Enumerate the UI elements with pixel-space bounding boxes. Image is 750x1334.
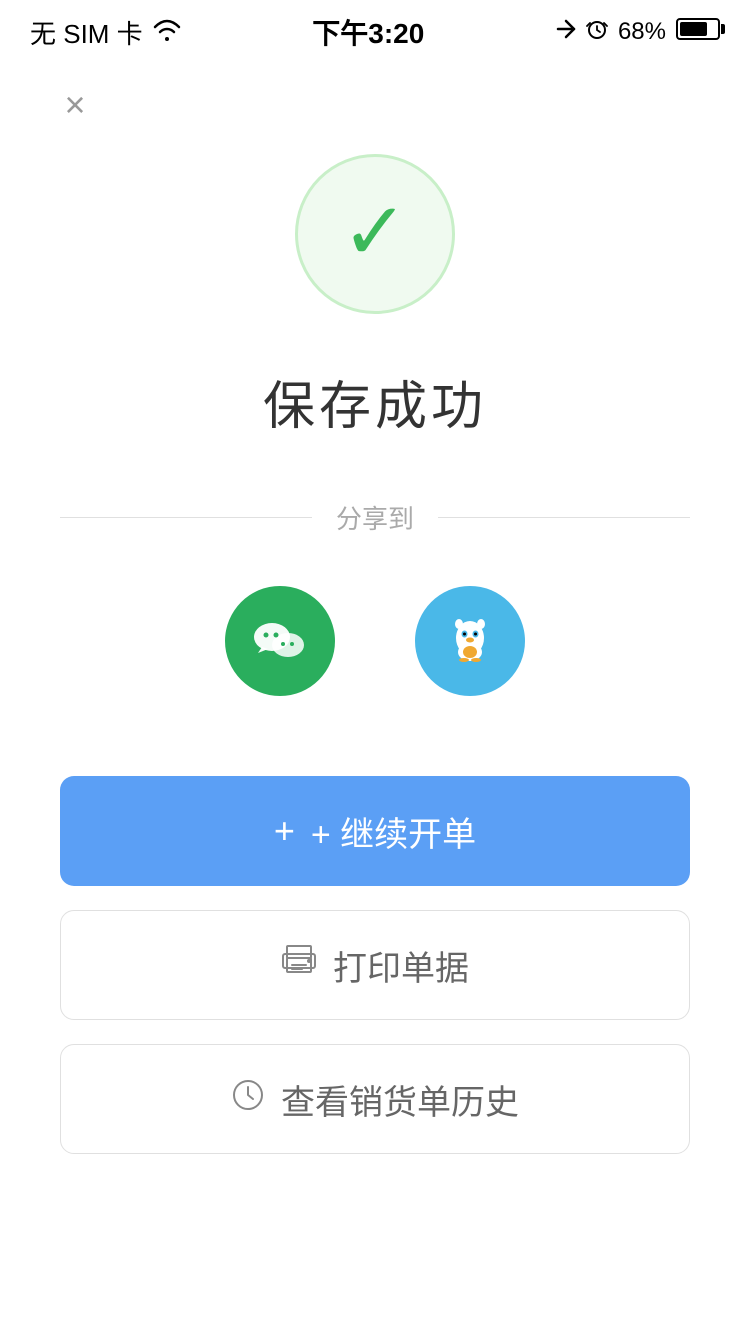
actions-section: + + 继续开单 打印单据 <box>60 776 690 1154</box>
checkmark-icon: ✓ <box>341 192 408 272</box>
print-icon <box>281 944 317 987</box>
no-sim-text: 无 SIM 卡 <box>30 14 143 51</box>
status-time: 下午3:20 <box>312 12 424 52</box>
location-icon <box>556 18 576 46</box>
wifi-icon <box>153 17 181 48</box>
divider-right <box>438 517 690 518</box>
print-label: 打印单据 <box>333 941 469 990</box>
status-bar: 无 SIM 卡 下午3:20 68% <box>0 0 750 64</box>
share-icons-row <box>60 586 690 696</box>
plus-icon: + <box>274 810 295 852</box>
success-title: 保存成功 <box>263 364 487 439</box>
status-left: 无 SIM 卡 <box>30 14 181 51</box>
history-label: 查看销货单历史 <box>281 1075 519 1124</box>
qq-share-button[interactable] <box>415 586 525 696</box>
close-button[interactable]: × <box>50 80 100 130</box>
share-section: 分享到 <box>60 499 690 696</box>
status-right: 68% <box>556 18 720 47</box>
history-button[interactable]: 查看销货单历史 <box>60 1044 690 1154</box>
continue-button[interactable]: + + 继续开单 <box>60 776 690 886</box>
success-circle: ✓ <box>295 154 455 314</box>
divider-left <box>60 517 312 518</box>
continue-label: + 继续开单 <box>311 807 476 856</box>
alarm-icon <box>586 18 608 47</box>
wechat-share-button[interactable] <box>225 586 335 696</box>
main-content: ✓ 保存成功 分享到 <box>0 64 750 1334</box>
share-divider: 分享到 <box>60 499 690 536</box>
share-label: 分享到 <box>312 499 438 536</box>
print-button[interactable]: 打印单据 <box>60 910 690 1020</box>
close-icon: × <box>64 87 85 123</box>
battery-icon <box>676 18 720 47</box>
battery-percentage: 68% <box>618 18 666 46</box>
clock-icon <box>231 1078 265 1121</box>
